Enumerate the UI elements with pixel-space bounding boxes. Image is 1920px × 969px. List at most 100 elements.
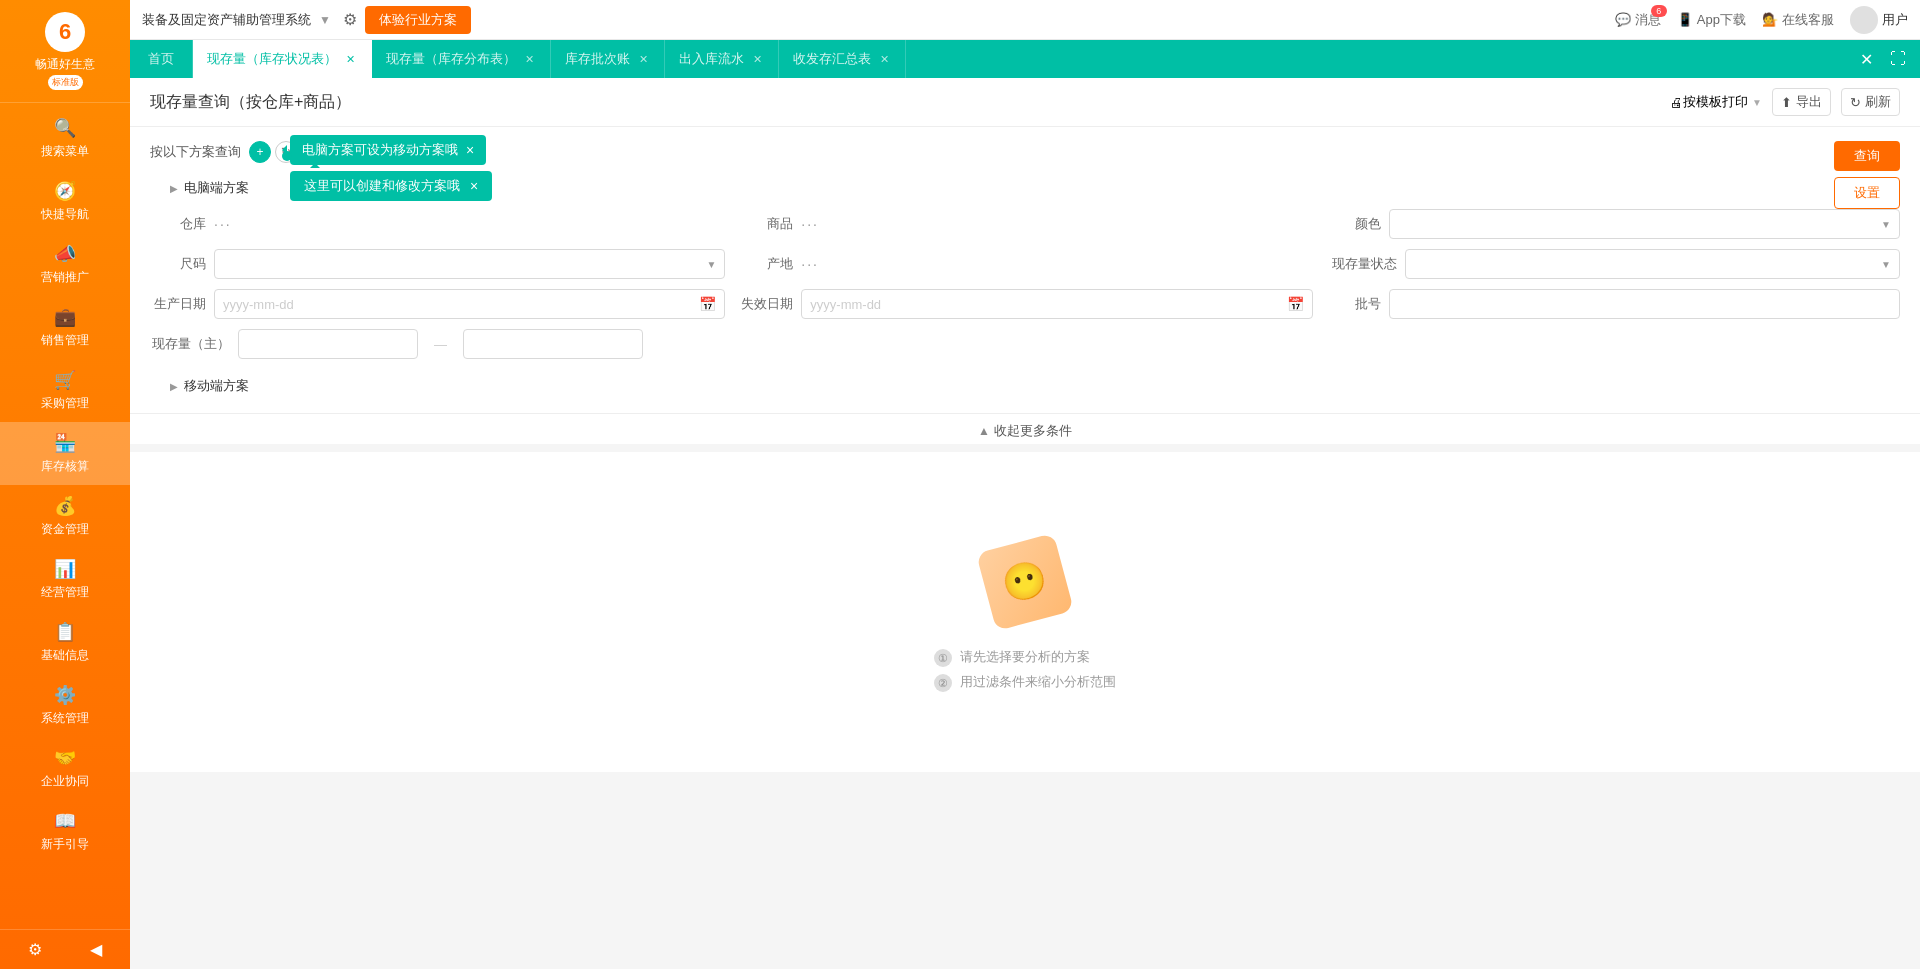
origin-dots-btn[interactable]: ··· (801, 256, 819, 272)
add-scheme-btn[interactable]: + (249, 141, 271, 163)
tab-batch-account-label: 库存批次账 (565, 50, 630, 68)
filter-field-produce-date: 生产日期 yyyy-mm-dd 📅 (150, 289, 725, 319)
scheme-tooltip-close[interactable]: × (466, 142, 474, 158)
purchase-icon: 🛒 (54, 369, 76, 391)
printer-icon: 🖨 (1670, 95, 1683, 110)
expire-date-start[interactable]: yyyy-mm-dd 📅 (801, 289, 1312, 319)
sidebar-item-inventory[interactable]: 🏪 库存核算 (0, 422, 130, 485)
sidebar-item-system[interactable]: ⚙️ 系统管理 (0, 674, 130, 737)
tab-batch-account-close[interactable]: ✕ (636, 52, 650, 66)
tab-inout-flow[interactable]: 出入库流水 ✕ (665, 40, 779, 78)
main-content: 现存量查询（按仓库+商品） 🖨 按模板打印 ▼ ⬆ 导出 ↻ 刷新 按以下方案查… (130, 78, 1920, 969)
empty-hint-num-1: ① (934, 649, 952, 667)
sidebar-item-basic[interactable]: 📋 基础信息 (0, 611, 130, 674)
sidebar-item-label: 采购管理 (41, 395, 89, 412)
tab-inventory-status-close[interactable]: ✕ (343, 52, 357, 66)
sidebar-item-label: 营销推广 (41, 269, 89, 286)
sidebar-item-guide[interactable]: 📖 新手引导 (0, 800, 130, 863)
product-label: 商品 (737, 215, 793, 233)
quantity-end-input[interactable] (463, 329, 643, 359)
sidebar-item-label: 企业协同 (41, 773, 89, 790)
settings-gear-icon[interactable]: ⚙ (343, 10, 357, 29)
sidebar-item-operation[interactable]: 📊 经营管理 (0, 548, 130, 611)
finance-icon: 💰 (54, 495, 76, 517)
sidebar-item-label: 系统管理 (41, 710, 89, 727)
scheme-mobile[interactable]: ▶ 移动端方案 (170, 373, 1880, 399)
filter-header: 按以下方案查询 + ↻ ← 电脑方案可设为移动方案哦 × (150, 141, 1900, 163)
refresh-btn[interactable]: ↻ 刷新 (1841, 88, 1900, 116)
filter-header-label: 按以下方案查询 (150, 143, 241, 161)
empty-icon-box: 😶 (976, 533, 1074, 631)
warehouse-dots-btn[interactable]: ··· (214, 216, 232, 232)
scheme-desktop-label: 电脑端方案 (184, 179, 249, 197)
reset-btn[interactable]: 设置 (1834, 177, 1900, 209)
export-btn[interactable]: ⬆ 导出 (1772, 88, 1831, 116)
tabs-bar: 首页 现存量（库存状况表） ✕ 现存量（库存分布表） ✕ 库存批次账 ✕ 出入库… (130, 40, 1920, 78)
tab-home[interactable]: 首页 (130, 40, 193, 78)
tab-inventory-dist[interactable]: 现存量（库存分布表） ✕ (372, 40, 551, 78)
filter-section: 按以下方案查询 + ↻ ← 电脑方案可设为移动方案哦 × 这里可以创建和修改方案… (130, 127, 1920, 414)
collapse-more-btn[interactable]: ▲ 收起更多条件 (978, 422, 1072, 440)
message-btn[interactable]: 💬 消息 6 (1615, 11, 1661, 29)
sidebar-item-enterprise[interactable]: 🤝 企业协同 (0, 737, 130, 800)
system-dropdown-btn[interactable]: ▼ (319, 13, 331, 27)
user-menu-btn[interactable]: 用户 (1850, 6, 1908, 34)
produce-date-start[interactable]: yyyy-mm-dd 📅 (214, 289, 725, 319)
batch-input[interactable] (1389, 289, 1900, 319)
filter-field-warehouse: 仓库 ··· (150, 209, 725, 239)
quantity-label: 现存量（主） (150, 335, 230, 353)
settings-footer-btn[interactable]: ⚙ (28, 940, 42, 959)
tab-inventory-dist-close[interactable]: ✕ (522, 52, 536, 66)
page-title: 现存量查询（按仓库+商品） (150, 92, 351, 113)
color-select[interactable]: ▼ (1389, 209, 1900, 239)
header-right: 💬 消息 6 📱 App下载 💁 在线客服 用户 (1615, 6, 1908, 34)
tab-inventory-dist-label: 现存量（库存分布表） (386, 50, 516, 68)
sidebar-item-quicknav[interactable]: 🧭 快捷导航 (0, 170, 130, 233)
tab-inout-flow-close[interactable]: ✕ (750, 52, 764, 66)
sidebar-item-label: 搜索菜单 (41, 143, 89, 160)
export-icon: ⬆ (1781, 95, 1792, 110)
filter-field-product: 商品 ··· (737, 209, 1312, 239)
template-print-btn[interactable]: 🖨 按模板打印 ▼ (1670, 93, 1762, 111)
product-dots-btn[interactable]: ··· (801, 216, 819, 232)
fullscreen-btn[interactable]: ⛶ (1884, 45, 1912, 73)
sidebar-item-marketing[interactable]: 📣 营销推广 (0, 233, 130, 296)
template-print-label: 按模板打印 (1683, 93, 1748, 111)
tab-inventory-status[interactable]: 现存量（库存状况表） ✕ (193, 40, 372, 78)
size-select[interactable]: ▼ (214, 249, 725, 279)
tab-inout-flow-label: 出入库流水 (679, 50, 744, 68)
header: 装备及固定资产辅助管理系统 ▼ ⚙ 体验行业方案 💬 消息 6 📱 App下载 … (130, 0, 1920, 40)
empty-hint-1: ① 请先选择要分析的方案 (934, 648, 1116, 667)
trial-btn[interactable]: 体验行业方案 (365, 6, 471, 34)
empty-texts: ① 请先选择要分析的方案 ② 用过滤条件来缩小分析范围 (934, 648, 1116, 692)
compass-icon: 🧭 (54, 180, 76, 202)
tab-recv-summary[interactable]: 收发存汇总表 ✕ (779, 40, 906, 78)
online-support-btn[interactable]: 💁 在线客服 (1762, 11, 1834, 29)
tab-recv-summary-close[interactable]: ✕ (877, 52, 891, 66)
app-download-label: App下载 (1697, 11, 1746, 29)
collapse-sidebar-btn[interactable]: ◀ (90, 940, 102, 959)
app-name: 畅通好生意 (35, 56, 95, 73)
filter-field-batch: 批号 (1325, 289, 1900, 319)
sidebar-item-sales[interactable]: 💼 销售管理 (0, 296, 130, 359)
sidebar-item-finance[interactable]: 💰 资金管理 (0, 485, 130, 548)
sidebar-item-purchase[interactable]: 🛒 采购管理 (0, 359, 130, 422)
sidebar-logo: 6 畅通好生意 标准版 (0, 0, 130, 103)
tab-batch-account[interactable]: 库存批次账 ✕ (551, 40, 665, 78)
sidebar-footer: ⚙ ◀ (0, 929, 130, 969)
close-all-tabs-btn[interactable]: ✕ (1852, 45, 1880, 73)
empty-hint-1-text: 请先选择要分析的方案 (960, 648, 1090, 666)
filter-row-2: 尺码 ▼ 产地 ··· 现存量状态 ▼ (150, 249, 1900, 279)
filter-field-status: 现存量状态 ▼ (1325, 249, 1900, 279)
quantity-start-input[interactable] (238, 329, 418, 359)
modify-tooltip-close[interactable]: × (470, 178, 478, 194)
app-download-btn[interactable]: 📱 App下载 (1677, 11, 1746, 29)
search-btn[interactable]: 查询 (1834, 141, 1900, 171)
warehouse-label: 仓库 (150, 215, 206, 233)
status-select[interactable]: ▼ (1405, 249, 1900, 279)
sidebar-item-label: 新手引导 (41, 836, 89, 853)
page-header: 现存量查询（按仓库+商品） 🖨 按模板打印 ▼ ⬆ 导出 ↻ 刷新 (130, 78, 1920, 127)
filter-field-expire-date: 失效日期 yyyy-mm-dd 📅 (737, 289, 1312, 319)
tab-home-label: 首页 (148, 50, 174, 68)
sidebar-item-search[interactable]: 🔍 搜索菜单 (0, 107, 130, 170)
